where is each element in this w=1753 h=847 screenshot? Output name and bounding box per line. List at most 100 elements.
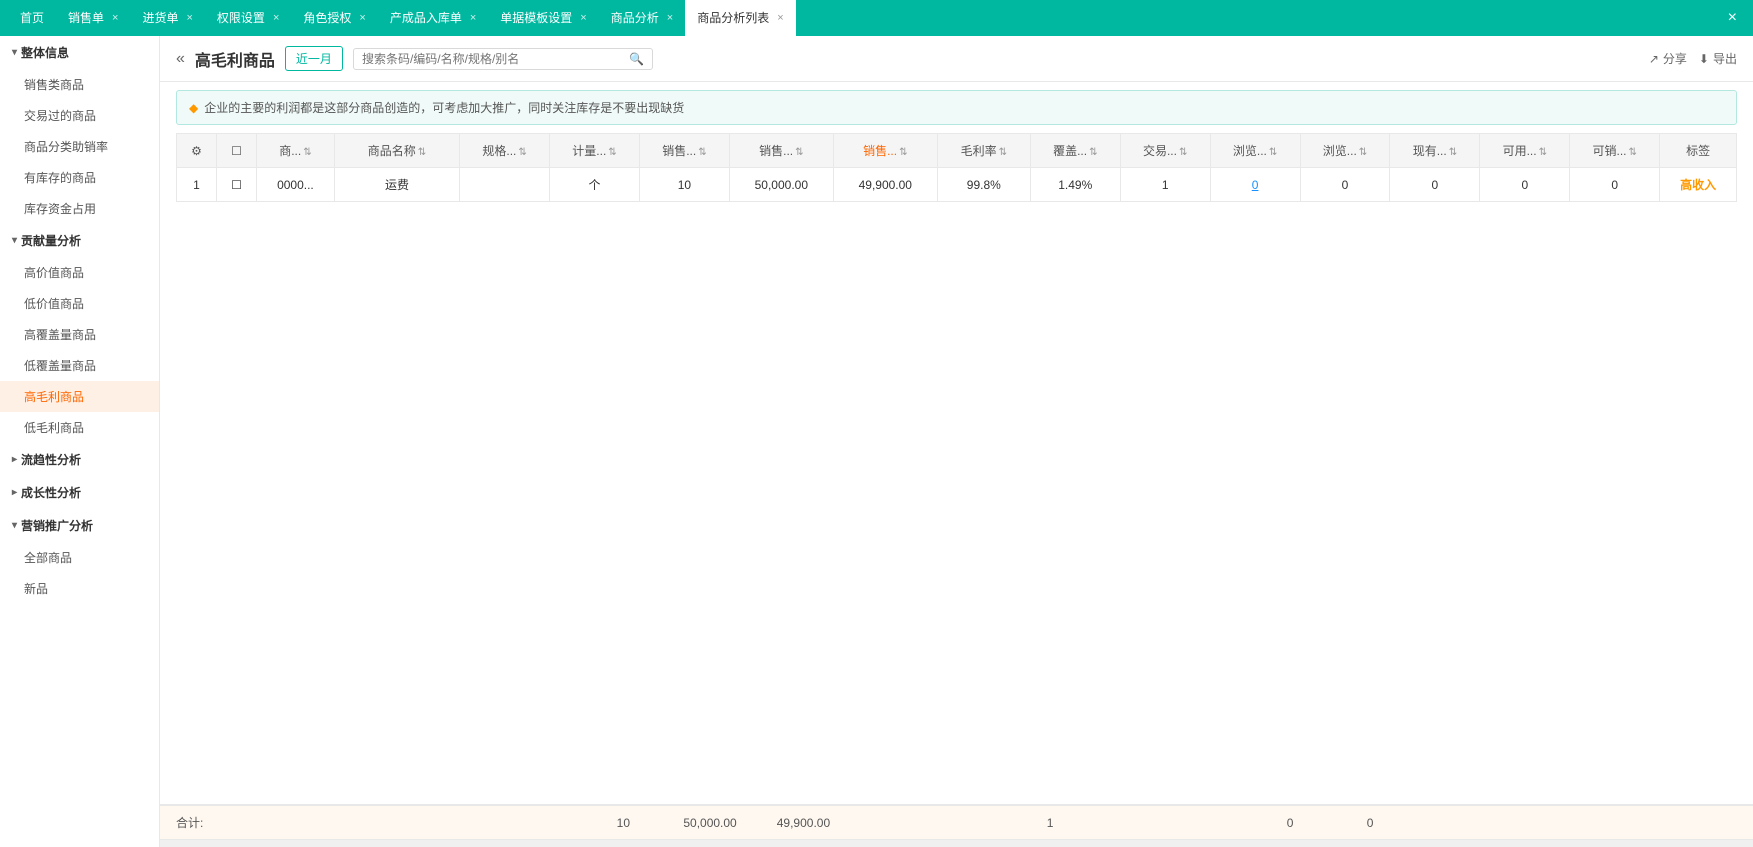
nav-template[interactable]: 单据模板设置 × — [488, 0, 598, 36]
sidebar-item-sales-goods[interactable]: 销售类商品 — [0, 69, 159, 100]
footer-cell-sales3: 49,900.00 — [757, 816, 850, 830]
top-navigation: 首页 销售单 × 进货单 × 权限设置 × 角色授权 × 产成品入库单 × 单据… — [0, 0, 1753, 36]
col-current[interactable]: 现有...⇅ — [1390, 134, 1480, 168]
footer-cell-cov — [930, 816, 1010, 830]
nav-analysis-list-close[interactable]: × — [777, 0, 783, 36]
sidebar-item-stock-funds[interactable]: 库存资金占用 — [0, 193, 159, 224]
footer-cell-4 — [503, 816, 583, 830]
nav-template-label: 单据模板设置 — [500, 0, 572, 36]
nav-warehouse[interactable]: 产成品入库单 × — [378, 0, 488, 36]
cell-checkbox[interactable]: ☐ — [217, 168, 257, 202]
sidebar-item-low-value[interactable]: 低价值商品 — [0, 288, 159, 319]
col-salable[interactable]: 可销...⇅ — [1570, 134, 1660, 168]
info-banner-text: 企业的主要的利润都是这部分商品创造的，可考虑加大推广，同时关注库存是不要出现缺货 — [204, 99, 684, 116]
filter-recent-month-button[interactable]: 近一月 — [285, 46, 343, 71]
col-sales2[interactable]: 销售...⇅ — [729, 134, 833, 168]
nav-analysis-close[interactable]: × — [667, 0, 673, 36]
cell-spec — [460, 168, 550, 202]
nav-analysis-list[interactable]: 商品分析列表 × — [685, 0, 795, 36]
sidebar-item-low-coverage[interactable]: 低覆盖量商品 — [0, 350, 159, 381]
col-browse2[interactable]: 浏览...⇅ — [1300, 134, 1390, 168]
sidebar-group-trend[interactable]: ▸ 流趋性分析 — [0, 443, 159, 476]
cell-seq: 1 — [177, 168, 217, 202]
col-available[interactable]: 可用...⇅ — [1480, 134, 1570, 168]
sidebar-item-high-coverage[interactable]: 高覆盖量商品 — [0, 319, 159, 350]
cell-code: 0000... — [257, 168, 335, 202]
sidebar-group-growth[interactable]: ▸ 成长性分析 — [0, 476, 159, 509]
search-icon[interactable]: 🔍 — [629, 52, 644, 66]
cell-trade: 1 — [1120, 168, 1210, 202]
share-label: 分享 — [1663, 50, 1687, 67]
nav-analysis[interactable]: 商品分析 × — [599, 0, 685, 36]
sidebar-group-marketing[interactable]: ▾ 营销推广分析 — [0, 509, 159, 542]
footer-cell-b2 — [1170, 816, 1250, 830]
sidebar-item-low-gross[interactable]: 低毛利商品 — [0, 412, 159, 443]
share-button[interactable]: ↗ 分享 — [1649, 50, 1687, 67]
sidebar-item-new-goods[interactable]: 新品 — [0, 573, 159, 604]
sidebar-group-overall-arrow: ▾ — [12, 47, 17, 58]
footer-cell-2 — [323, 816, 403, 830]
nav-purchase[interactable]: 进货单 × — [130, 0, 204, 36]
nav-roles-close[interactable]: × — [359, 0, 365, 36]
nav-warehouse-close[interactable]: × — [470, 0, 476, 36]
nav-template-close[interactable]: × — [580, 0, 586, 36]
nav-purchase-close[interactable]: × — [186, 0, 192, 36]
horizontal-scrollbar[interactable] — [160, 839, 1753, 847]
col-checkbox[interactable]: ☐ — [217, 134, 257, 168]
col-gross-rate[interactable]: 毛利率⇅ — [937, 134, 1030, 168]
footer-cell-sales2: 50,000.00 — [663, 816, 756, 830]
nav-analysis-list-label: 商品分析列表 — [697, 0, 769, 36]
nav-sales[interactable]: 销售单 × — [56, 0, 130, 36]
data-table: ⚙ ☐ 商...⇅ 商品名称⇅ 规格...⇅ 计量...⇅ 销售...⇅ 销售.… — [176, 133, 1737, 202]
sidebar-item-high-gross[interactable]: 高毛利商品 — [0, 381, 159, 412]
footer-cell-0 — [243, 816, 283, 830]
nav-home-label: 首页 — [20, 0, 44, 36]
col-unit[interactable]: 计量...⇅ — [550, 134, 640, 168]
sidebar-collapse-button[interactable]: « — [176, 50, 185, 68]
footer-cell-sal — [1410, 816, 1490, 830]
table-container: ⚙ ☐ 商...⇅ 商品名称⇅ 规格...⇅ 计量...⇅ 销售...⇅ 销售.… — [160, 133, 1753, 804]
nav-permissions[interactable]: 权限设置 × — [205, 0, 291, 36]
sidebar-group-contribution[interactable]: ▾ 贡献量分析 — [0, 224, 159, 257]
col-name[interactable]: 商品名称⇅ — [334, 134, 459, 168]
sidebar-item-in-stock[interactable]: 有库存的商品 — [0, 162, 159, 193]
col-spec[interactable]: 规格...⇅ — [460, 134, 550, 168]
col-coverage[interactable]: 覆盖...⇅ — [1030, 134, 1120, 168]
col-trade[interactable]: 交易...⇅ — [1120, 134, 1210, 168]
cell-current: 0 — [1390, 168, 1480, 202]
nav-sales-close[interactable]: × — [112, 0, 118, 36]
info-icon: ◆ — [189, 101, 198, 115]
search-input[interactable] — [362, 52, 629, 66]
col-sales1[interactable]: 销售...⇅ — [639, 134, 729, 168]
cell-tag: 高收入 — [1660, 168, 1737, 202]
footer-cell-gross — [850, 816, 930, 830]
main-layout: ▾ 整体信息 销售类商品 交易过的商品 商品分类助销率 有库存的商品 库存资金占… — [0, 36, 1753, 847]
sidebar-item-category-rate[interactable]: 商品分类助销率 — [0, 131, 159, 162]
nav-close-all-button[interactable]: × — [1720, 9, 1745, 27]
cell-browse2: 0 — [1300, 168, 1390, 202]
sidebar-group-overall[interactable]: ▾ 整体信息 — [0, 36, 159, 69]
footer-cell-3 — [403, 816, 503, 830]
nav-roles[interactable]: 角色授权 × — [291, 0, 377, 36]
footer-label: 合计: — [176, 814, 203, 831]
sidebar-item-all-goods[interactable]: 全部商品 — [0, 542, 159, 573]
sidebar-group-overall-label: 整体信息 — [21, 44, 69, 61]
cell-browse1[interactable]: 0 — [1210, 168, 1300, 202]
col-browse1[interactable]: 浏览...⇅ — [1210, 134, 1300, 168]
sidebar-item-traded-goods[interactable]: 交易过的商品 — [0, 100, 159, 131]
col-code[interactable]: 商...⇅ — [257, 134, 335, 168]
nav-home[interactable]: 首页 — [8, 0, 56, 36]
share-icon: ↗ — [1649, 52, 1659, 66]
sidebar-item-high-value[interactable]: 高价值商品 — [0, 257, 159, 288]
cell-sales3: 49,900.00 — [833, 168, 937, 202]
col-sales3[interactable]: 销售...⇅ — [833, 134, 937, 168]
footer-cell-1 — [283, 816, 323, 830]
nav-permissions-close[interactable]: × — [273, 0, 279, 36]
export-button[interactable]: ⬇ 导出 — [1699, 50, 1737, 67]
footer-cell-cur: 0 — [1250, 816, 1330, 830]
sidebar-group-marketing-arrow: ▾ — [12, 520, 17, 531]
col-tag[interactable]: 标签 — [1660, 134, 1737, 168]
action-buttons: ↗ 分享 ⬇ 导出 — [1649, 50, 1737, 67]
col-settings[interactable]: ⚙ — [177, 134, 217, 168]
content-area: « 高毛利商品 近一月 🔍 ↗ 分享 ⬇ 导出 ◆ 企业的主要的利润都是这部 — [160, 36, 1753, 847]
